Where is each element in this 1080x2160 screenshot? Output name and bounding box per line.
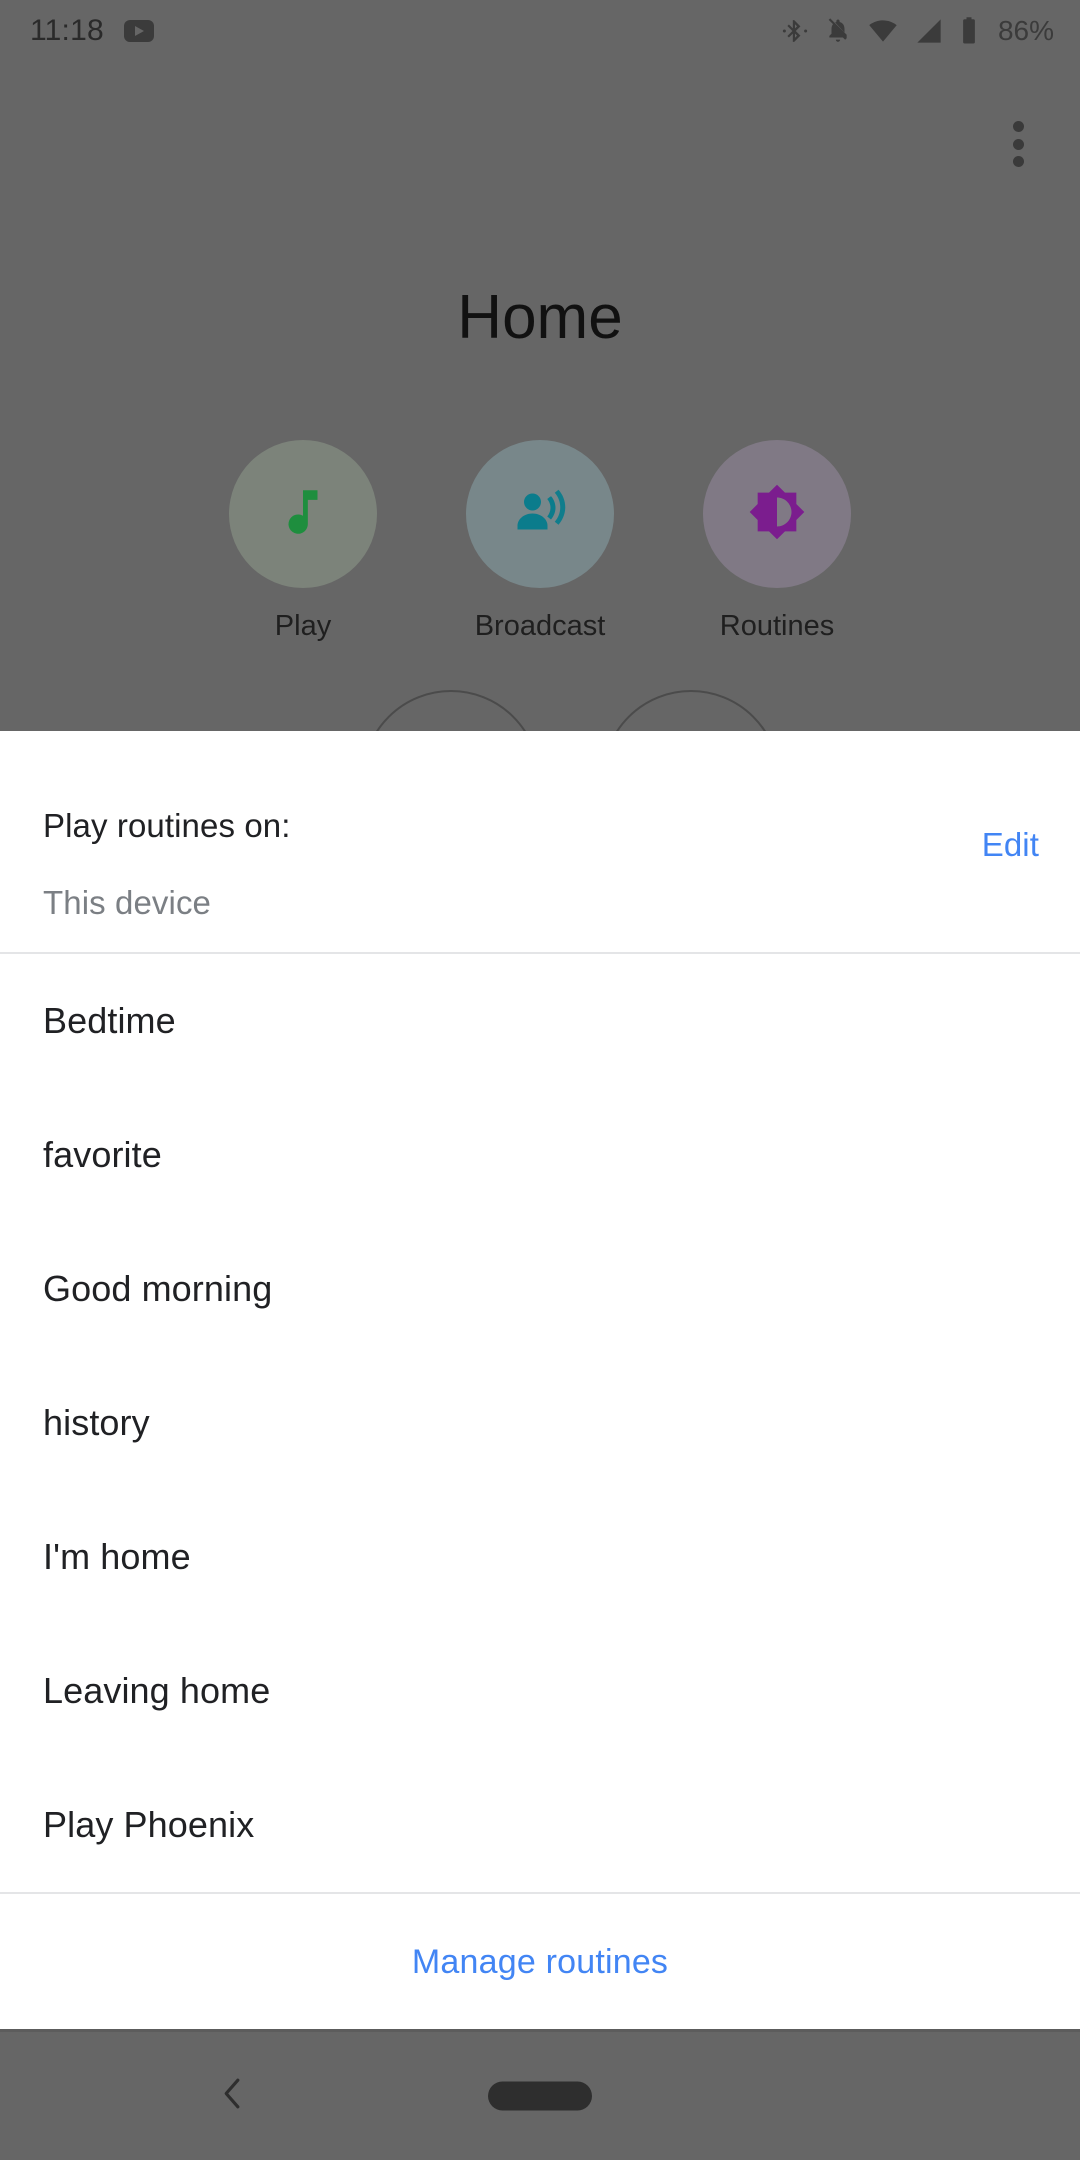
list-item[interactable]: Bedtime xyxy=(0,954,1080,1088)
sheet-target-device-label: This device xyxy=(43,884,212,921)
status-bar-icons: 86% xyxy=(782,15,1054,47)
more-dot xyxy=(1012,121,1024,132)
music-note-icon xyxy=(274,483,332,546)
routines-bottom-sheet: Play routines on: This device Bedtime fa… xyxy=(0,731,1080,2029)
routine-label: Good morning xyxy=(43,1268,273,1309)
more-dot xyxy=(1012,156,1024,167)
list-item[interactable]: Leaving home xyxy=(0,1624,1080,1758)
status-bar-clock: 11:18 xyxy=(30,14,104,47)
chip-play-label: Play xyxy=(274,610,332,642)
routine-label: Play Phoenix xyxy=(43,1804,255,1845)
chevron-left-icon[interactable] xyxy=(212,2066,252,2127)
bluetooth-icon xyxy=(782,16,808,46)
chip-routines[interactable]: Routines xyxy=(698,440,856,643)
chip-play-circle xyxy=(229,440,377,588)
brightness-medium-icon xyxy=(748,483,806,546)
device-tile-circle xyxy=(362,690,540,731)
wifi-icon xyxy=(868,16,898,46)
list-item[interactable]: history xyxy=(0,1356,1080,1490)
sheet-title: Play routines on: xyxy=(43,807,291,844)
chip-broadcast-label: Broadcast xyxy=(474,610,606,642)
phone-screen: 11:18 86% Home Play Broadcast Routines P… xyxy=(0,0,1080,2160)
device-tiles-peek xyxy=(0,690,1080,731)
list-item[interactable]: I'm home xyxy=(0,1490,1080,1624)
manage-routines-button[interactable]: Manage routines xyxy=(412,1943,668,1982)
routine-label: favorite xyxy=(43,1134,162,1175)
home-pill-icon[interactable] xyxy=(488,2081,592,2111)
routine-label: Leaving home xyxy=(43,1670,271,1711)
routine-label: Bedtime xyxy=(43,1000,176,1041)
chip-routines-label: Routines xyxy=(719,610,835,642)
sheet-footer: Manage routines xyxy=(0,1894,1080,2030)
list-item[interactable]: Good morning xyxy=(0,1222,1080,1356)
scrim-backdrop[interactable]: 11:18 86% Home Play Broadcast Routines xyxy=(0,0,1080,731)
more-vert-icon[interactable] xyxy=(994,118,1042,170)
youtube-icon xyxy=(123,20,154,42)
more-dot xyxy=(1012,138,1024,150)
chip-broadcast[interactable]: Broadcast xyxy=(461,440,619,643)
chip-routines-circle xyxy=(703,440,851,588)
edit-button[interactable]: Edit xyxy=(982,826,1039,864)
battery-percent-label: 86% xyxy=(997,15,1054,46)
list-item[interactable]: Play Phoenix xyxy=(0,1758,1080,1892)
chip-broadcast-circle xyxy=(466,440,614,588)
routine-list: Bedtime favorite Good morning history I'… xyxy=(0,954,1080,1892)
system-nav-bar xyxy=(0,2029,1080,2160)
broadcast-icon xyxy=(510,482,570,547)
sheet-header: Play routines on: This device xyxy=(0,731,1080,952)
routine-label: history xyxy=(43,1402,150,1443)
list-item[interactable]: favorite xyxy=(0,1088,1080,1222)
page-title: Home xyxy=(457,283,623,352)
cellular-signal-icon xyxy=(915,16,943,46)
notifications-off-icon xyxy=(825,16,851,46)
chip-play[interactable]: Play xyxy=(224,440,382,643)
routine-label: I'm home xyxy=(43,1536,191,1577)
device-tile-circle xyxy=(602,690,780,731)
quick-action-row: Play Broadcast Routines xyxy=(0,440,1080,643)
battery-icon xyxy=(960,16,978,46)
status-bar: 11:18 86% xyxy=(0,0,1080,62)
